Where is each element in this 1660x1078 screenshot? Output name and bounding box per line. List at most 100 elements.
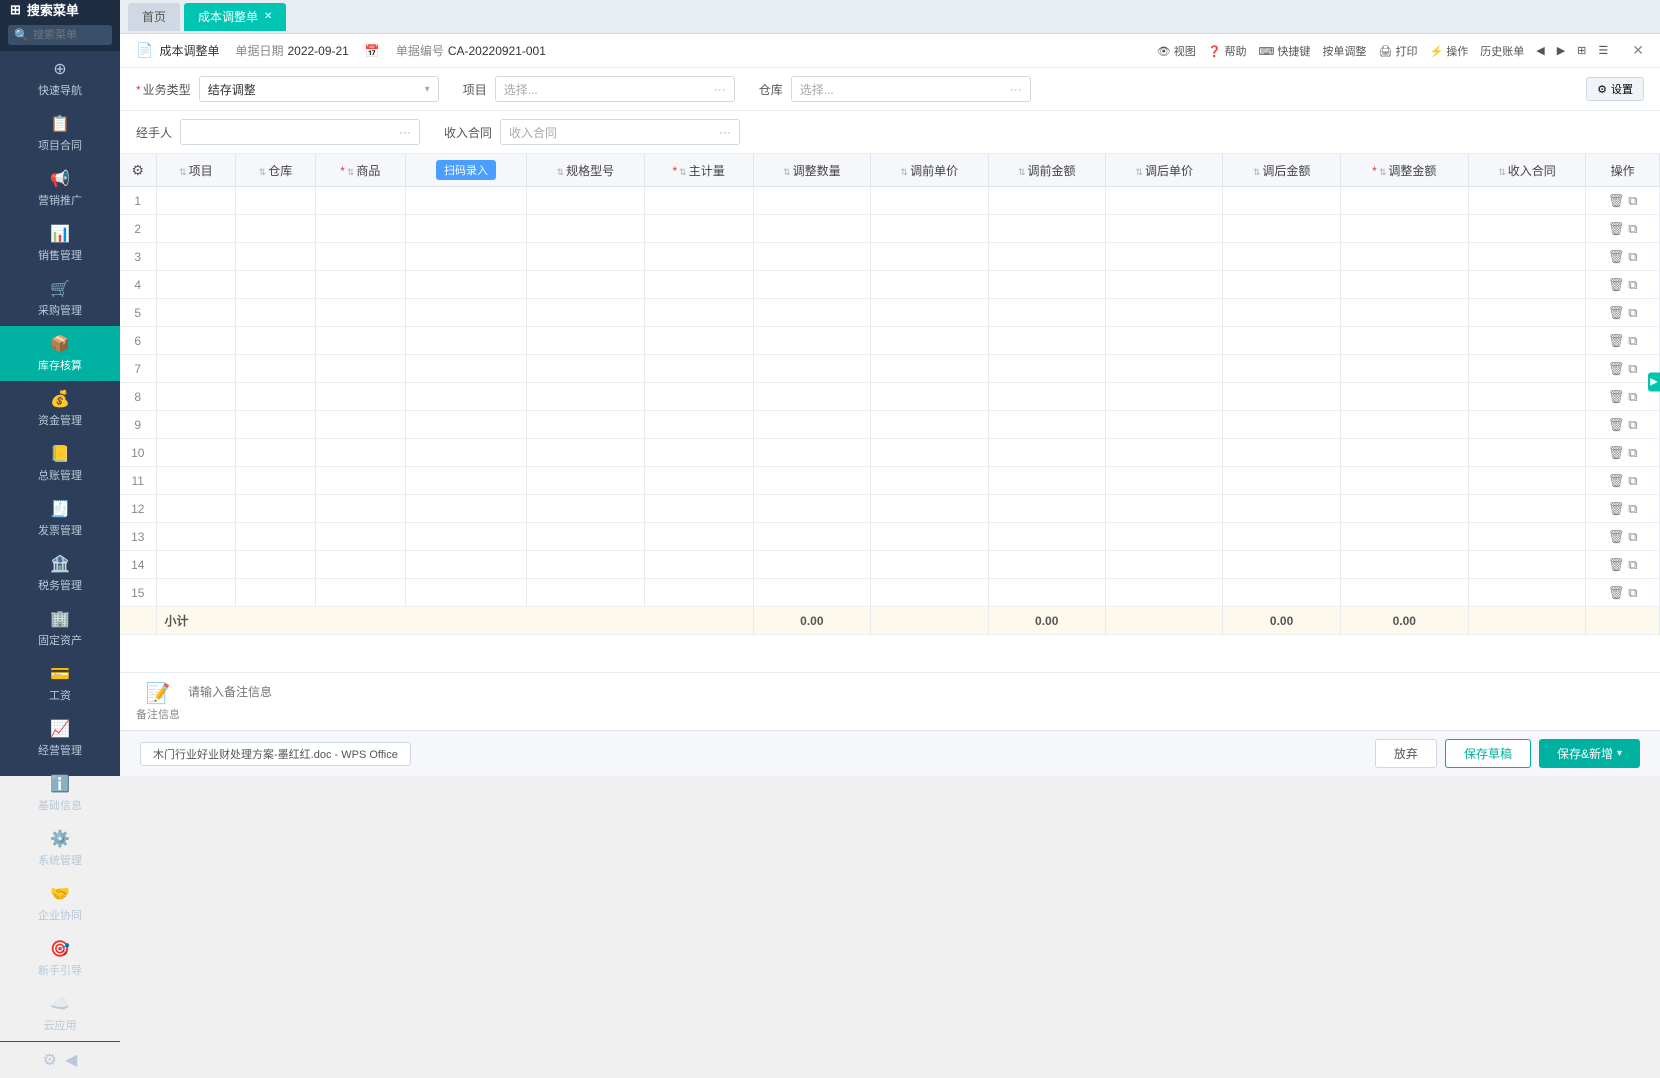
row-5-delete-icon[interactable]: 🗑 xyxy=(1608,305,1625,321)
row-3-prev-amount[interactable] xyxy=(988,243,1105,271)
row-1-adj-qty[interactable] xyxy=(753,187,870,215)
row-14-warehouse[interactable] xyxy=(236,551,316,579)
sidebar-item-invoice-mgmt[interactable]: 🧾发票管理 xyxy=(0,491,120,546)
row-9-unit[interactable] xyxy=(644,411,753,439)
row-4-delete-icon[interactable]: 🗑 xyxy=(1608,277,1625,293)
row-8-income-contract[interactable] xyxy=(1468,383,1585,411)
row-1-copy-icon[interactable]: ⧉ xyxy=(1628,193,1637,209)
row-10-income-contract[interactable] xyxy=(1468,439,1585,467)
row-4-adj-amount[interactable] xyxy=(1340,271,1468,299)
tab-home[interactable]: 首页 xyxy=(128,3,180,31)
row-6-prev-unit-price[interactable] xyxy=(871,327,988,355)
sidebar-search-label[interactable]: 搜索菜单 xyxy=(27,0,79,19)
row-10-adj-amount[interactable] xyxy=(1340,439,1468,467)
row-8-copy-icon[interactable]: ⧉ xyxy=(1628,389,1637,405)
row-5-prev-amount[interactable] xyxy=(988,299,1105,327)
row-6-unit[interactable] xyxy=(644,327,753,355)
row-11-income-contract[interactable] xyxy=(1468,467,1585,495)
row-8-after-amount[interactable] xyxy=(1223,383,1340,411)
row-13-prev-amount[interactable] xyxy=(988,523,1105,551)
row-4-warehouse[interactable] xyxy=(236,271,316,299)
row-15-prev-amount[interactable] xyxy=(988,579,1105,607)
nav-prev-icon[interactable]: ◀ xyxy=(1536,44,1544,57)
row-5-spec[interactable] xyxy=(527,299,644,327)
row-9-after-amount[interactable] xyxy=(1223,411,1340,439)
row-7-prev-unit-price[interactable] xyxy=(871,355,988,383)
col-scan[interactable]: 扫码录入 xyxy=(405,154,526,187)
row-10-project[interactable] xyxy=(156,439,236,467)
row-3-prev-unit-price[interactable] xyxy=(871,243,988,271)
row-9-spec[interactable] xyxy=(527,411,644,439)
row-13-delete-icon[interactable]: 🗑 xyxy=(1608,529,1625,545)
row-9-income-contract[interactable] xyxy=(1468,411,1585,439)
row-11-after-unit-price[interactable] xyxy=(1105,467,1222,495)
row-15-income-contract[interactable] xyxy=(1468,579,1585,607)
row-1-warehouse[interactable] xyxy=(236,187,316,215)
sidebar-item-sys-mgmt[interactable]: ⚙️系统管理 xyxy=(0,821,120,876)
row-11-adj-amount[interactable] xyxy=(1340,467,1468,495)
row-14-copy-icon[interactable]: ⧉ xyxy=(1628,557,1637,573)
row-14-adj-amount[interactable] xyxy=(1340,551,1468,579)
row-12-after-unit-price[interactable] xyxy=(1105,495,1222,523)
row-2-prev-amount[interactable] xyxy=(988,215,1105,243)
row-12-unit[interactable] xyxy=(644,495,753,523)
row-1-goods[interactable] xyxy=(315,187,405,215)
row-11-unit[interactable] xyxy=(644,467,753,495)
row-15-warehouse[interactable] xyxy=(236,579,316,607)
row-5-after-amount[interactable] xyxy=(1223,299,1340,327)
row-15-copy-icon[interactable]: ⧉ xyxy=(1628,585,1637,601)
agent-select[interactable]: ··· xyxy=(180,119,420,145)
sidebar-item-purchase-mgmt[interactable]: 🛒采购管理 xyxy=(0,271,120,326)
row-4-spec[interactable] xyxy=(527,271,644,299)
sidebar-item-project-contract[interactable]: 📋项目合同 xyxy=(0,106,120,161)
row-6-delete-icon[interactable]: 🗑 xyxy=(1608,333,1625,349)
row-1-after-amount[interactable] xyxy=(1223,187,1340,215)
row-15-unit[interactable] xyxy=(644,579,753,607)
row-12-copy-icon[interactable]: ⧉ xyxy=(1628,501,1637,517)
row-4-goods[interactable] xyxy=(315,271,405,299)
right-edge-indicator[interactable]: ▶ xyxy=(1648,373,1660,392)
row-8-adj-qty[interactable] xyxy=(753,383,870,411)
save-draft-button[interactable]: 保存草稿 xyxy=(1445,739,1531,768)
row-2-unit[interactable] xyxy=(644,215,753,243)
row-9-project[interactable] xyxy=(156,411,236,439)
row-8-unit[interactable] xyxy=(644,383,753,411)
action-history[interactable]: 历史账单 xyxy=(1480,43,1524,59)
tab-close-icon[interactable]: ✕ xyxy=(264,11,272,22)
sidebar-item-salary[interactable]: 💳工资 xyxy=(0,656,120,711)
row-10-copy-icon[interactable]: ⧉ xyxy=(1628,445,1637,461)
row-1-unit[interactable] xyxy=(644,187,753,215)
row-12-project[interactable] xyxy=(156,495,236,523)
row-2-goods[interactable] xyxy=(315,215,405,243)
row-1-project[interactable] xyxy=(156,187,236,215)
biz-type-select[interactable]: 结存调整 ▾ xyxy=(199,76,439,102)
row-12-adj-amount[interactable] xyxy=(1340,495,1468,523)
collapse-icon[interactable]: ◀ xyxy=(65,1050,77,1070)
row-13-goods[interactable] xyxy=(315,523,405,551)
row-13-copy-icon[interactable]: ⧉ xyxy=(1628,529,1637,545)
income-contract-select[interactable]: 收入合同 ··· xyxy=(500,119,740,145)
row-9-prev-unit-price[interactable] xyxy=(871,411,988,439)
row-15-goods[interactable] xyxy=(315,579,405,607)
row-6-adj-amount[interactable] xyxy=(1340,327,1468,355)
row-2-prev-unit-price[interactable] xyxy=(871,215,988,243)
row-15-adj-qty[interactable] xyxy=(753,579,870,607)
row-1-delete-icon[interactable]: 🗑 xyxy=(1608,193,1625,209)
row-10-warehouse[interactable] xyxy=(236,439,316,467)
row-3-delete-icon[interactable]: 🗑 xyxy=(1608,249,1625,265)
row-7-warehouse[interactable] xyxy=(236,355,316,383)
row-7-spec[interactable] xyxy=(527,355,644,383)
row-5-after-unit-price[interactable] xyxy=(1105,299,1222,327)
row-15-prev-unit-price[interactable] xyxy=(871,579,988,607)
row-15-project[interactable] xyxy=(156,579,236,607)
row-8-project[interactable] xyxy=(156,383,236,411)
row-13-prev-unit-price[interactable] xyxy=(871,523,988,551)
row-4-after-amount[interactable] xyxy=(1223,271,1340,299)
row-12-delete-icon[interactable]: 🗑 xyxy=(1608,501,1625,517)
doc-calendar-icon[interactable]: 📅 xyxy=(365,44,380,58)
row-13-income-contract[interactable] xyxy=(1468,523,1585,551)
row-5-copy-icon[interactable]: ⧉ xyxy=(1628,305,1637,321)
row-9-after-unit-price[interactable] xyxy=(1105,411,1222,439)
row-14-after-unit-price[interactable] xyxy=(1105,551,1222,579)
row-5-project[interactable] xyxy=(156,299,236,327)
